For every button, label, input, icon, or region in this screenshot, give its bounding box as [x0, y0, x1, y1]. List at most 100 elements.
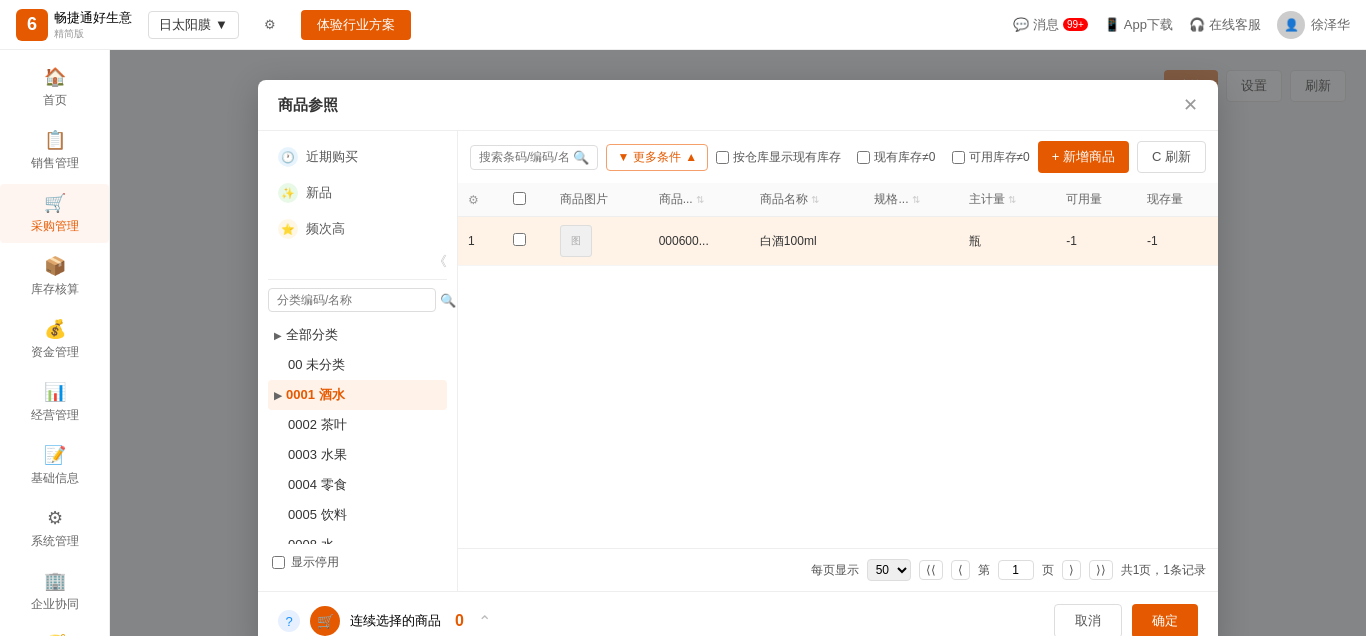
- prev-page-btn[interactable]: ⟨: [951, 560, 970, 580]
- settings-icon[interactable]: ⚙: [255, 10, 285, 40]
- app-download-area[interactable]: 📱 App下载: [1104, 16, 1173, 34]
- purchase-icon: 🛒: [44, 192, 66, 214]
- sidebar-item-inventory[interactable]: 📦 库存核算: [0, 247, 109, 306]
- th-check[interactable]: [503, 183, 551, 217]
- th-unit[interactable]: 主计量 ⇅: [959, 183, 1056, 217]
- filter-arrow-icon: ▲: [685, 150, 697, 164]
- first-page-btn[interactable]: ⟨⟨: [919, 560, 943, 580]
- checkbox-available-ne0-input[interactable]: [952, 151, 965, 164]
- cart-icon[interactable]: 🛒: [310, 606, 340, 636]
- pagination: 每页显示 50 ⟨⟨ ⟨ 第 页 ⟩ ⟩⟩ 共1页，1条记录: [458, 548, 1218, 591]
- add-product-button[interactable]: + 新增商品: [1038, 141, 1129, 173]
- sidebar-label-operation: 经营管理: [31, 407, 79, 424]
- cancel-button[interactable]: 取消: [1054, 604, 1122, 636]
- sidebar-item-operation[interactable]: 📊 经营管理: [0, 373, 109, 432]
- page-number-input[interactable]: [998, 560, 1034, 580]
- tree-item-all[interactable]: ▶ 全部分类: [268, 320, 447, 350]
- th-name[interactable]: 商品名称 ⇅: [750, 183, 865, 217]
- inventory-icon: 📦: [44, 255, 66, 277]
- tree-item-0008[interactable]: 0008 水: [268, 530, 447, 544]
- logo-area: 6 畅捷通好生意 精简版: [16, 9, 132, 41]
- category-search-input[interactable]: [268, 288, 436, 312]
- sidebar-item-sales[interactable]: 📋 销售管理: [0, 121, 109, 180]
- modal-header: 商品参照 ✕: [258, 80, 1218, 131]
- tree-arrow-0001: ▶: [274, 390, 282, 401]
- tab-recent-label: 近期购买: [306, 148, 358, 166]
- tree-item-0003[interactable]: 0003 水果: [268, 440, 447, 470]
- tree-label-0008: 0008 水: [274, 536, 334, 544]
- checkbox-warehouse-label: 按仓库显示现有库存: [733, 149, 841, 166]
- category-tree: ▶ 全部分类 00 未分类 ▶ 0001 酒水 0002 茶: [258, 320, 457, 544]
- th-code[interactable]: 商品... ⇅: [649, 183, 750, 217]
- tab-recent-purchase[interactable]: 🕐 近期购买: [268, 141, 447, 173]
- th-gear[interactable]: ⚙: [458, 183, 503, 217]
- tree-label-0002: 0002 茶叶: [274, 416, 347, 434]
- table-row[interactable]: 1 图 000600... 白酒100ml: [458, 217, 1218, 266]
- category-search-icon[interactable]: 🔍: [440, 293, 456, 308]
- cell-no: 1: [458, 217, 503, 266]
- checkbox-stock-ne0[interactable]: 现有库存≠0: [857, 149, 935, 166]
- tree-item-0002[interactable]: 0002 茶叶: [268, 410, 447, 440]
- tab-new-label: 新品: [306, 184, 332, 202]
- refresh-button[interactable]: C 刷新: [1137, 141, 1206, 173]
- modal-close-button[interactable]: ✕: [1183, 94, 1198, 116]
- show-disabled-checkbox[interactable]: [272, 556, 285, 569]
- gear-col-icon[interactable]: ⚙: [468, 193, 479, 207]
- new-icon: ✨: [278, 183, 298, 203]
- sidebar-item-purchase[interactable]: 🛒 采购管理: [0, 184, 109, 243]
- product-search-icon[interactable]: 🔍: [573, 150, 589, 165]
- modal-footer: ? 🛒 连续选择的商品 0 ⌃ 取消 确定: [258, 591, 1218, 636]
- tab-new-products[interactable]: ✨ 新品: [268, 177, 447, 209]
- tree-item-0001[interactable]: ▶ 0001 酒水: [268, 380, 447, 410]
- trial-button[interactable]: 体验行业方案: [301, 10, 411, 40]
- sidebar-item-finance[interactable]: 💰 资金管理: [0, 310, 109, 369]
- logo-text: 畅捷通好生意 精简版: [54, 9, 132, 41]
- footer-collapse-icon[interactable]: ⌃: [478, 612, 491, 631]
- show-disabled-row: 显示停用: [258, 544, 457, 581]
- app-icon: 📱: [1104, 17, 1120, 32]
- collapse-left-icon[interactable]: 《: [433, 253, 447, 271]
- sidebar-item-system[interactable]: ⚙ 系统管理: [0, 499, 109, 558]
- product-table: ⚙ 商品图片: [458, 183, 1218, 266]
- modal-body: 🕐 近期购买 ✨ 新品 ⭐ 频次高: [258, 131, 1218, 591]
- continuous-label: 连续选择的商品: [350, 612, 441, 630]
- confirm-button[interactable]: 确定: [1132, 604, 1198, 636]
- th-spec[interactable]: 规格... ⇅: [864, 183, 958, 217]
- tree-item-0004[interactable]: 0004 零食: [268, 470, 447, 500]
- cell-check[interactable]: [503, 217, 551, 266]
- username: 徐泽华: [1311, 16, 1350, 34]
- checkbox-warehouse-input[interactable]: [716, 151, 729, 164]
- service-area[interactable]: 🎧 在线客服: [1189, 16, 1261, 34]
- total-records: 共1页，1条记录: [1121, 562, 1206, 579]
- product-search-input[interactable]: [479, 150, 569, 164]
- store-dropdown[interactable]: 日太阳膜 ▼: [148, 11, 239, 39]
- navbar: 6 畅捷通好生意 精简版 日太阳膜 ▼ ⚙ 体验行业方案 💬 消息 99+ 📱 …: [0, 0, 1366, 50]
- logo-brand: 畅捷通好生意: [54, 9, 132, 27]
- next-page-btn[interactable]: ⟩: [1062, 560, 1081, 580]
- checkbox-available-ne0[interactable]: 可用库存≠0: [952, 149, 1030, 166]
- sidebar-item-enterprise[interactable]: 🏢 企业协同: [0, 562, 109, 621]
- product-thumbnail: 图: [560, 225, 592, 257]
- tree-item-00[interactable]: 00 未分类: [268, 350, 447, 380]
- table-body: 1 图 000600... 白酒100ml: [458, 217, 1218, 266]
- help-icon[interactable]: ?: [278, 610, 300, 632]
- sidebar-item-home[interactable]: 🏠 首页: [0, 58, 109, 117]
- sidebar-item-guide[interactable]: 🧭 新手引导: [0, 625, 109, 636]
- basic-icon: 📝: [44, 444, 66, 466]
- sidebar-item-basic[interactable]: 📝 基础信息: [0, 436, 109, 495]
- checkbox-stock-ne0-input[interactable]: [857, 151, 870, 164]
- message-area[interactable]: 💬 消息 99+: [1013, 16, 1088, 34]
- tree-item-0005[interactable]: 0005 饮料: [268, 500, 447, 530]
- per-page-select[interactable]: 50: [867, 559, 911, 581]
- select-all-checkbox[interactable]: [513, 192, 526, 205]
- row-checkbox[interactable]: [513, 233, 526, 246]
- finance-icon: 💰: [44, 318, 66, 340]
- user-area[interactable]: 👤 徐泽华: [1277, 11, 1350, 39]
- sidebar-label-basic: 基础信息: [31, 470, 79, 487]
- checkbox-warehouse[interactable]: 按仓库显示现有库存: [716, 149, 841, 166]
- more-filter-button[interactable]: ▼ 更多条件 ▲: [606, 144, 708, 171]
- divider: [268, 279, 447, 280]
- tab-frequent[interactable]: ⭐ 频次高: [268, 213, 447, 245]
- product-search-bar[interactable]: 🔍: [470, 145, 598, 170]
- last-page-btn[interactable]: ⟩⟩: [1089, 560, 1113, 580]
